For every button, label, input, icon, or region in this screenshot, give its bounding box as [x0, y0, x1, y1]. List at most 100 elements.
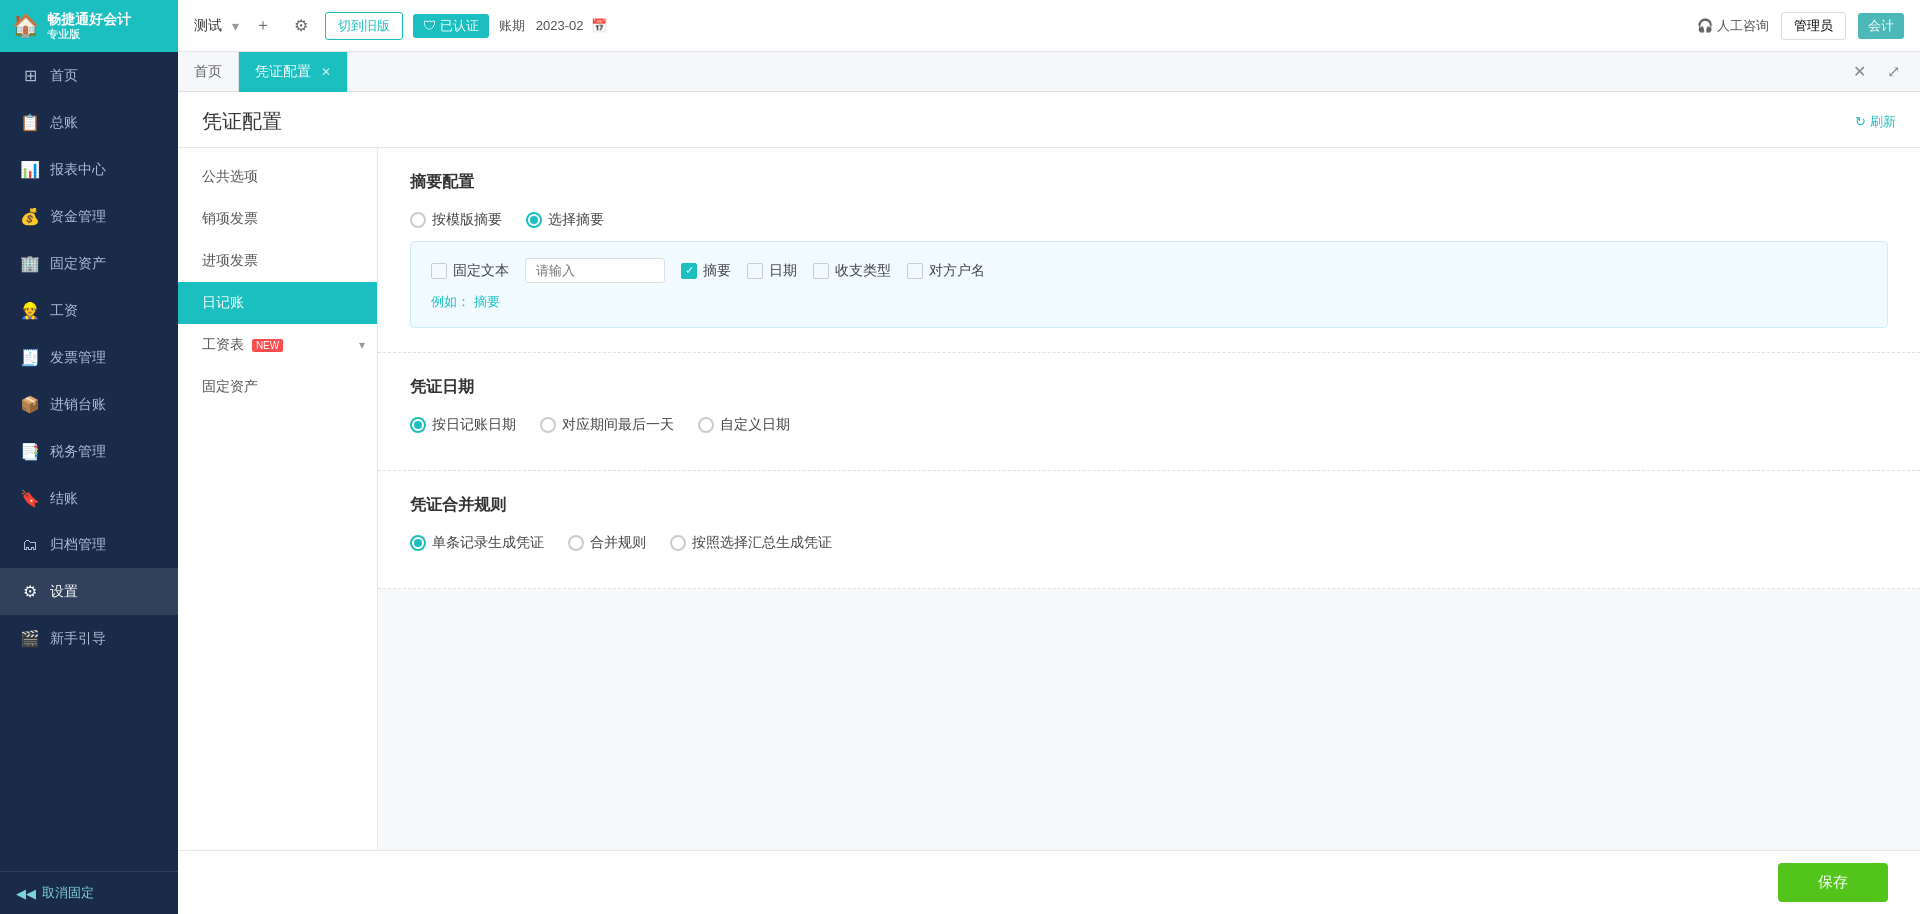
- left-menu-item-public[interactable]: 公共选项: [178, 156, 377, 198]
- topbar-right: 🎧 人工咨询 管理员 会计: [1697, 12, 1904, 40]
- tabbar-actions: ✕ ⤢: [1844, 57, 1920, 87]
- logo-subtitle: 专业版: [47, 28, 131, 41]
- radio-select-summary[interactable]: 选择摘要: [526, 211, 604, 229]
- tab-home-label: 首页: [194, 63, 222, 81]
- radio-single-record-circle: [410, 535, 426, 551]
- tab-close-window-button[interactable]: ✕: [1844, 57, 1874, 87]
- left-menu-item-fixed-asset[interactable]: 固定资产: [178, 366, 377, 408]
- tab-home[interactable]: 首页: [178, 52, 239, 92]
- tab-close-icon[interactable]: ✕: [321, 65, 331, 79]
- tab-expand-button[interactable]: ⤢: [1878, 57, 1908, 87]
- radio-template-summary[interactable]: 按模版摘要: [410, 211, 502, 229]
- new-badge: NEW: [252, 339, 283, 352]
- checkbox-payment-type[interactable]: 收支类型: [813, 262, 891, 280]
- date-section: 凭证日期 按日记账日期 对应期间最后一天: [378, 353, 1920, 471]
- sidebar-item-fund[interactable]: 💰 资金管理: [0, 193, 178, 240]
- fixedasset-icon: 🏢: [20, 254, 40, 273]
- sidebar-item-invoice[interactable]: 🧾 发票管理: [0, 334, 178, 381]
- sidebar-item-home[interactable]: ⊞ 首页: [0, 52, 178, 99]
- fixed-text-label: 固定文本: [453, 262, 509, 280]
- sidebar-item-fixedasset[interactable]: 🏢 固定资产: [0, 240, 178, 287]
- save-bar: 保存: [178, 850, 1920, 914]
- left-menu-label-fixed-asset: 固定资产: [202, 378, 258, 394]
- sidebar-item-tax[interactable]: 📑 税务管理: [0, 428, 178, 475]
- radio-custom-date[interactable]: 自定义日期: [698, 416, 790, 434]
- checkbox-summary-label: 摘要: [703, 262, 731, 280]
- logo-icon: 🏠: [12, 13, 39, 39]
- archive-icon: 🗂: [20, 536, 40, 554]
- tabbar: 首页 凭证配置 ✕ ✕ ⤢: [178, 52, 1920, 92]
- left-menu-label-journal: 日记账: [202, 294, 244, 310]
- checkbox-payment-label: 收支类型: [835, 262, 891, 280]
- example-value: 摘要: [474, 294, 500, 309]
- checkbox-summary[interactable]: ✓ 摘要: [681, 262, 731, 280]
- left-menu-item-purchase-invoice[interactable]: 进项发票: [178, 240, 377, 282]
- radio-merge-rule[interactable]: 合并规则: [568, 534, 646, 552]
- refresh-icon: ↻: [1855, 114, 1866, 129]
- radio-period-last-day[interactable]: 对应期间最后一天: [540, 416, 674, 434]
- radio-merge-rule-circle: [568, 535, 584, 551]
- guide-icon: 🎬: [20, 629, 40, 648]
- checkbox-counterpart[interactable]: 对方户名: [907, 262, 985, 280]
- sidebar-item-ledger[interactable]: 📋 总账: [0, 99, 178, 146]
- save-button[interactable]: 保存: [1778, 863, 1888, 902]
- checkbox-fixed-text-box: [431, 263, 447, 279]
- consult-label: 人工咨询: [1717, 17, 1769, 35]
- summary-option-row: 按模版摘要 选择摘要: [410, 211, 1888, 229]
- sidebar-label-payroll: 工资: [50, 302, 78, 320]
- example-text: 例如： 摘要: [431, 293, 1867, 311]
- sidebar-item-settings[interactable]: ⚙ 设置: [0, 568, 178, 615]
- left-menu-item-payroll-table[interactable]: 工资表 NEW ▾: [178, 324, 377, 366]
- checkbox-date-box: [747, 263, 763, 279]
- sidebar-item-purcasale[interactable]: 📦 进销台账: [0, 381, 178, 428]
- cancel-fixed-label: 取消固定: [42, 884, 94, 902]
- period-label: 账期: [499, 18, 525, 33]
- consult-button[interactable]: 🎧 人工咨询: [1697, 17, 1769, 35]
- ledger-icon: 📋: [20, 113, 40, 132]
- sidebar-label-close: 结账: [50, 490, 78, 508]
- radio-single-record[interactable]: 单条记录生成凭证: [410, 534, 544, 552]
- dropdown-arrow-icon[interactable]: ▾: [232, 18, 239, 34]
- sidebar-label-home: 首页: [50, 67, 78, 85]
- sidebar-item-close[interactable]: 🔖 结账: [0, 475, 178, 522]
- refresh-label: 刷新: [1870, 113, 1896, 131]
- sidebar-label-guide: 新手引导: [50, 630, 106, 648]
- sidebar-item-payroll[interactable]: 👷 工资: [0, 287, 178, 334]
- add-button[interactable]: ＋: [249, 12, 277, 40]
- left-menu-item-journal[interactable]: 日记账: [178, 282, 377, 324]
- switch-old-version-button[interactable]: 切到旧版: [325, 12, 403, 40]
- page-body: 公共选项 销项发票 进项发票 日记账 工资表 NEW ▾: [178, 148, 1920, 850]
- radio-period-last-day-label: 对应期间最后一天: [562, 416, 674, 434]
- sidebar-item-archive[interactable]: 🗂 归档管理: [0, 522, 178, 568]
- sidebar-item-guide[interactable]: 🎬 新手引导: [0, 615, 178, 662]
- sidebar-item-report[interactable]: 📊 报表中心: [0, 146, 178, 193]
- checkbox-fixed-text[interactable]: 固定文本: [431, 262, 509, 280]
- sidebar-label-invoice: 发票管理: [50, 349, 106, 367]
- checkbox-date-label: 日期: [769, 262, 797, 280]
- fixed-text-input[interactable]: [525, 258, 665, 283]
- sidebar-label-report: 报表中心: [50, 161, 106, 179]
- left-menu-label-purchase: 进项发票: [202, 252, 258, 268]
- settings-gear-button[interactable]: ⚙: [287, 12, 315, 40]
- sidebar-label-fixedasset: 固定资产: [50, 255, 106, 273]
- tab-voucher-config[interactable]: 凭证配置 ✕: [239, 52, 348, 92]
- radio-merge-rule-label: 合并规则: [590, 534, 646, 552]
- sidebar-label-ledger: 总账: [50, 114, 78, 132]
- sidebar-label-tax: 税务管理: [50, 443, 106, 461]
- topbar: 测试 ▾ ＋ ⚙ 切到旧版 🛡 已认证 账期 2023-02 📅 🎧 人工咨询 …: [178, 0, 1920, 52]
- close-period-icon: 🔖: [20, 489, 40, 508]
- fund-icon: 💰: [20, 207, 40, 226]
- cancel-fixed-button[interactable]: ◀◀ 取消固定: [0, 871, 178, 914]
- checkbox-payment-type-box: [813, 263, 829, 279]
- home-icon: ⊞: [20, 66, 40, 85]
- shield-icon: 🛡: [423, 18, 436, 33]
- radio-aggregate[interactable]: 按照选择汇总生成凭证: [670, 534, 832, 552]
- sidebar: 🏠 畅捷通好会计 专业版 ⊞ 首页 📋 总账 📊 报表中心 💰 资金管理 🏢 固…: [0, 0, 178, 914]
- left-menu-item-sales-invoice[interactable]: 销项发票: [178, 198, 377, 240]
- radio-journal-date[interactable]: 按日记账日期: [410, 416, 516, 434]
- refresh-button[interactable]: ↻ 刷新: [1855, 113, 1896, 131]
- user-button[interactable]: 管理员: [1781, 12, 1846, 40]
- purchsale-icon: 📦: [20, 395, 40, 414]
- report-icon: 📊: [20, 160, 40, 179]
- checkbox-date[interactable]: 日期: [747, 262, 797, 280]
